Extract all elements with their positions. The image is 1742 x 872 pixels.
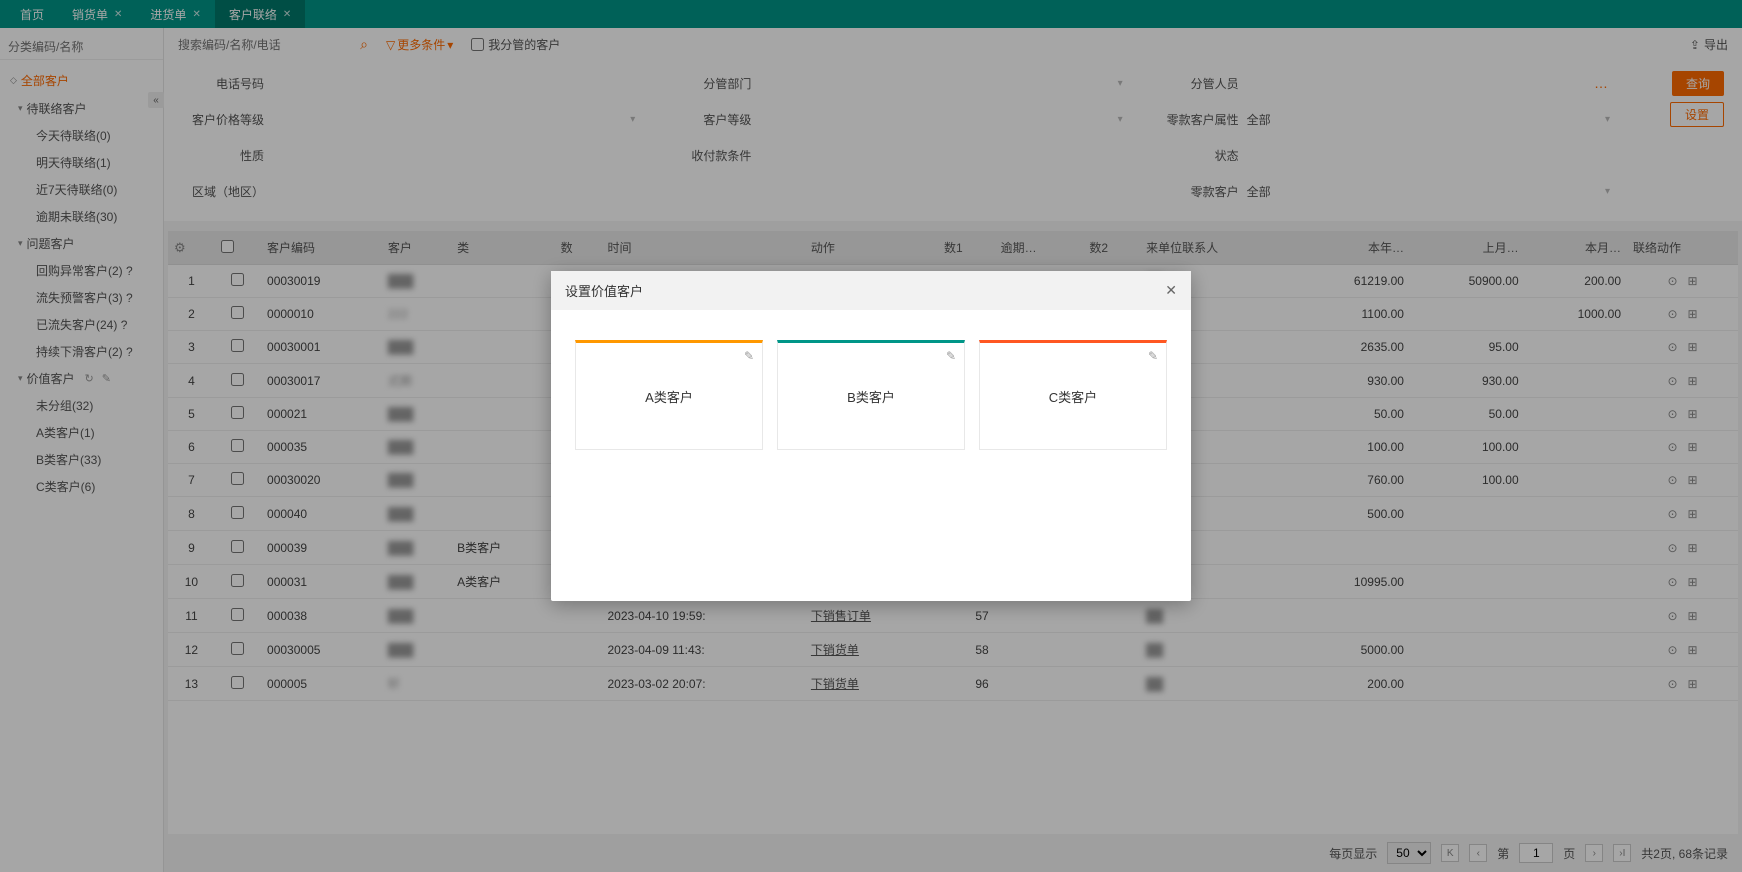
card-label: A类客户 [645,387,693,406]
edit-icon[interactable]: ✎ [1148,349,1158,363]
edit-icon[interactable]: ✎ [744,349,754,363]
card-class-c[interactable]: ✎ C类客户 [979,340,1167,450]
card-class-a[interactable]: ✎ A类客户 [575,340,763,450]
card-class-b[interactable]: ✎ B类客户 [777,340,965,450]
modal-value-customer: 设置价值客户 ✕ ✎ A类客户 ✎ B类客户 ✎ C类客户 [551,271,1191,601]
card-label: B类客户 [847,387,895,406]
card-label: C类客户 [1049,387,1097,406]
modal-header: 设置价值客户 ✕ [551,271,1191,310]
modal-title: 设置价值客户 [565,281,643,300]
close-icon[interactable]: ✕ [1165,282,1177,299]
edit-icon[interactable]: ✎ [946,349,956,363]
modal-body: ✎ A类客户 ✎ B类客户 ✎ C类客户 [551,310,1191,480]
